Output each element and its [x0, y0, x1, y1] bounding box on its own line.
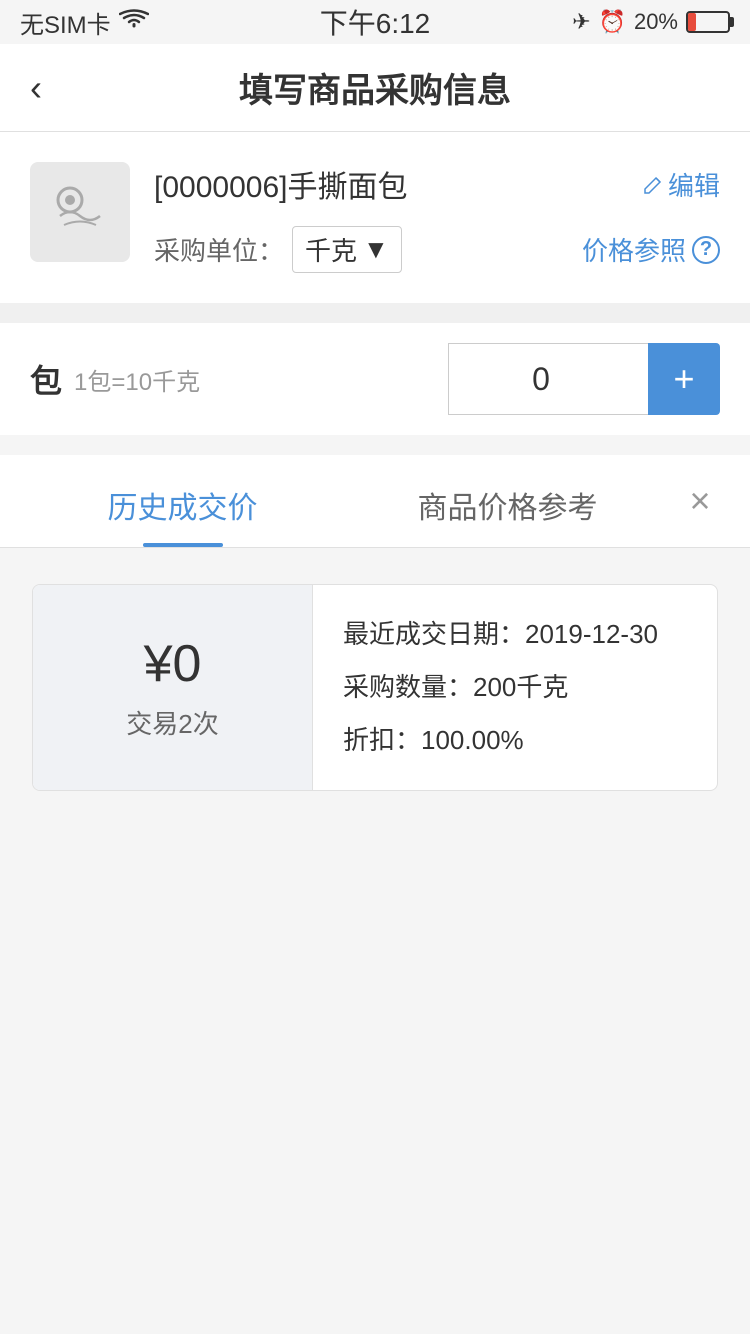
quantity-hint: 1包=10千克 [74, 362, 200, 397]
edit-button[interactable]: 编辑 [642, 166, 720, 203]
battery-icon [686, 11, 730, 33]
alarm-icon: ⏰ [599, 9, 626, 35]
tab-history-label: 历史成交价 [108, 492, 258, 525]
quantity-row: 包 1包=10千克 + [0, 323, 750, 435]
unit-select-dropdown[interactable]: 千克 ▼ [292, 226, 402, 273]
status-time: 下午6:12 [320, 2, 431, 42]
battery-text: 20% [634, 9, 678, 35]
product-details: [0000006]手撕面包 编辑 采购单位： 千克 ▼ 价格参照 ? [154, 162, 720, 273]
transaction-price: ¥0 [144, 634, 202, 694]
page-title: 填写商品采购信息 [239, 63, 511, 112]
product-name: [0000006]手撕面包 [154, 162, 407, 206]
product-name-row: [0000006]手撕面包 编辑 [154, 162, 720, 206]
status-bar: 无SIM卡 下午6:12 ✈ ⏰ 20% [0, 0, 750, 44]
quantity-input[interactable] [448, 343, 648, 415]
transaction-discount: 折扣：100.00% [343, 721, 687, 760]
price-ref-label: 价格参照 [582, 231, 686, 268]
tab-close-button[interactable]: × [670, 471, 730, 531]
back-button[interactable]: ‹ [30, 67, 42, 109]
transaction-qty: 采购数量：200千克 [343, 668, 687, 707]
transaction-right: 最近成交日期：2019-12-30 采购数量：200千克 折扣：100.00% [313, 585, 717, 790]
logo-image [50, 180, 110, 245]
tab-history-price[interactable]: 历史成交价 [20, 455, 345, 547]
unit-row: 采购单位： 千克 ▼ 价格参照 ? [154, 226, 720, 273]
location-icon: ✈ [572, 9, 590, 35]
status-right: ✈ ⏰ 20% [572, 9, 730, 35]
price-ref-question-icon: ? [692, 236, 720, 264]
quantity-plus-button[interactable]: + [648, 343, 720, 415]
unit-value: 千克 [305, 231, 357, 268]
nav-bar: ‹ 填写商品采购信息 [0, 44, 750, 132]
transaction-left: ¥0 交易2次 [33, 585, 313, 790]
tab-bar: 历史成交价 商品价格参考 × [0, 455, 750, 548]
transaction-count: 交易2次 [126, 704, 218, 741]
quantity-right: + [448, 343, 720, 415]
product-card: [0000006]手撕面包 编辑 采购单位： 千克 ▼ 价格参照 ? [0, 132, 750, 303]
unit-label: 采购单位： [154, 231, 284, 268]
signal-text: 无SIM卡 [20, 5, 111, 40]
tab-reference-label: 商品价格参考 [418, 492, 598, 525]
wifi-icon [119, 8, 149, 37]
section-divider [0, 303, 750, 323]
tab-price-reference[interactable]: 商品价格参考 [345, 455, 670, 547]
quantity-unit: 包 [30, 356, 62, 402]
price-reference-button[interactable]: 价格参照 ? [582, 231, 720, 268]
edit-label: 编辑 [668, 166, 720, 203]
dropdown-arrow-icon: ▼ [363, 234, 389, 265]
transaction-card: ¥0 交易2次 最近成交日期：2019-12-30 采购数量：200千克 折扣：… [32, 584, 718, 791]
product-logo [30, 162, 130, 262]
transaction-date: 最近成交日期：2019-12-30 [343, 615, 687, 654]
status-left: 无SIM卡 [20, 5, 149, 40]
quantity-left: 包 1包=10千克 [30, 356, 200, 402]
